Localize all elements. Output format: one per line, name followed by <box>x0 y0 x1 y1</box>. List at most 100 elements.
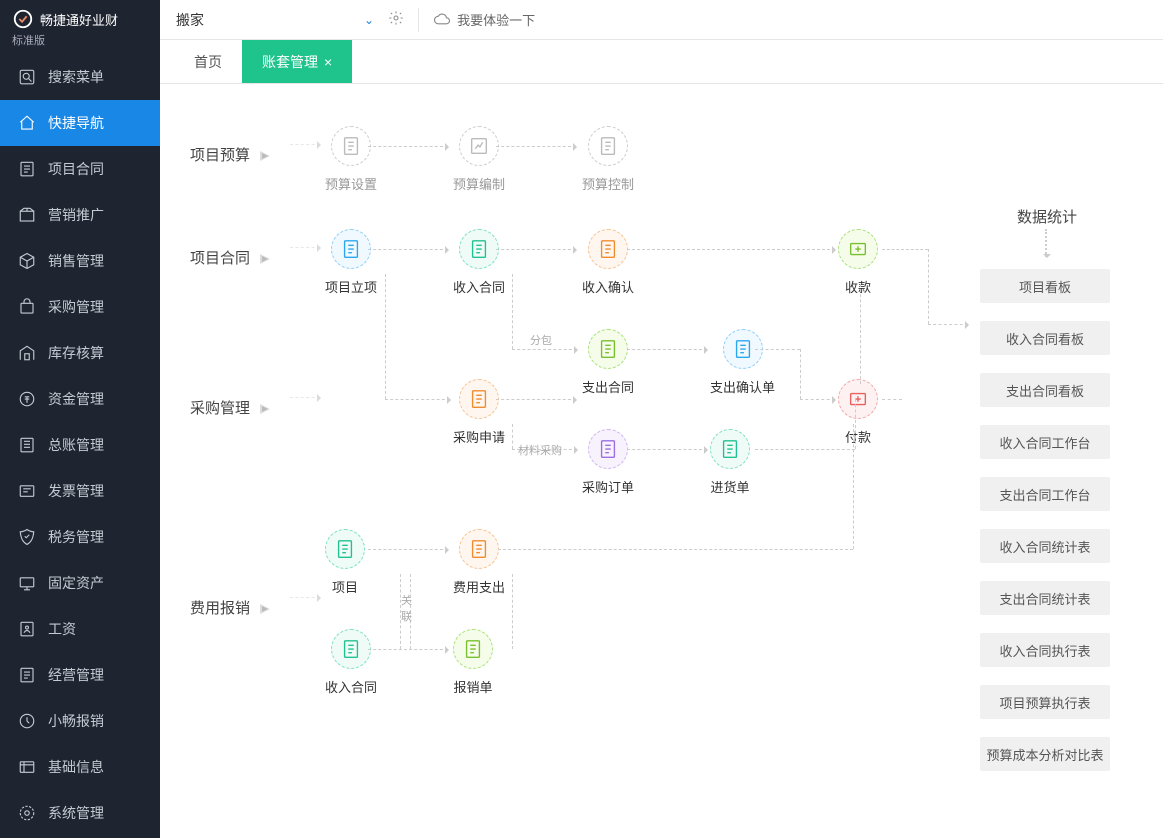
node-budget_compile[interactable]: 预算编制 <box>453 126 505 193</box>
node-purchase_apply[interactable]: 采购申请 <box>453 379 505 446</box>
sidebar-item-marketing[interactable]: 营销推广 <box>0 192 160 238</box>
sidebar-item-system[interactable]: 系统管理 <box>0 790 160 836</box>
connector <box>928 324 968 325</box>
connector <box>882 249 928 250</box>
node-label: 报销单 <box>453 677 492 696</box>
node-label: 预算编制 <box>453 174 505 193</box>
node-icon <box>588 229 628 269</box>
tax-icon <box>18 528 36 546</box>
node-payment[interactable]: 付款 <box>838 379 878 446</box>
node-expense_contract[interactable]: 支出合同 <box>582 329 634 396</box>
stat-button-3[interactable]: 收入合同工作台 <box>980 425 1110 459</box>
stat-button-6[interactable]: 支出合同统计表 <box>980 581 1110 615</box>
node-icon <box>588 329 628 369</box>
sidebar-item-label: 经营管理 <box>48 665 104 685</box>
node-icon <box>459 379 499 419</box>
sidebar-item-label: 小畅报销 <box>48 711 104 731</box>
node-icon <box>710 429 750 469</box>
node-project_init[interactable]: 项目立项 <box>325 229 377 296</box>
node-icon <box>331 126 371 166</box>
node-label: 预算设置 <box>325 174 377 193</box>
node-icon <box>325 529 365 569</box>
chevron-down-icon: ⌄ <box>364 13 374 27</box>
stats-title: 数据统计 <box>1017 206 1077 227</box>
node-budget_setup[interactable]: 预算设置 <box>325 126 377 193</box>
sidebar-item-label: 销售管理 <box>48 251 104 271</box>
node-label: 采购订单 <box>582 477 634 496</box>
sidebar-item-search[interactable]: 搜索菜单 <box>0 54 160 100</box>
connector <box>755 449 855 450</box>
project-contract-icon <box>18 160 36 178</box>
stat-button-4[interactable]: 支出合同工作台 <box>980 477 1110 511</box>
sidebar-item-label: 工资 <box>48 619 76 639</box>
sidebar-item-ledger[interactable]: 总账管理 <box>0 422 160 468</box>
connector <box>498 549 853 550</box>
tab-home[interactable]: 首页 <box>174 40 242 83</box>
stat-button-0[interactable]: 项目看板 <box>980 269 1110 303</box>
sidebar: 畅捷通好业财 标准版 搜索菜单快捷导航项目合同营销推广销售管理采购管理库存核算资… <box>0 0 160 838</box>
sidebar-item-label: 搜索菜单 <box>48 67 104 87</box>
gear-icon[interactable] <box>388 10 404 29</box>
node-label: 采购申请 <box>453 427 505 446</box>
stat-button-8[interactable]: 项目预算执行表 <box>980 685 1110 719</box>
connector <box>853 424 854 549</box>
brand-name: 畅捷通好业财 <box>40 10 118 29</box>
stat-button-2[interactable]: 支出合同看板 <box>980 373 1110 407</box>
node-project[interactable]: 项目 <box>325 529 365 596</box>
sidebar-item-purchase[interactable]: 采购管理 <box>0 284 160 330</box>
sidebar-item-label: 资金管理 <box>48 389 104 409</box>
quicknav-icon <box>18 114 36 132</box>
stat-button-1[interactable]: 收入合同看板 <box>980 321 1110 355</box>
node-expense_out[interactable]: 费用支出 <box>453 529 505 596</box>
play-icon <box>258 149 272 163</box>
sidebar-item-quicknav[interactable]: 快捷导航 <box>0 100 160 146</box>
org-selector[interactable]: 搬家 ⌄ <box>176 10 374 30</box>
stat-button-7[interactable]: 收入合同执行表 <box>980 633 1110 667</box>
connector <box>512 349 577 350</box>
sidebar-item-label: 基础信息 <box>48 757 104 777</box>
search-icon <box>18 68 36 86</box>
sidebar-item-funds[interactable]: 资金管理 <box>0 376 160 422</box>
node-label: 支出合同 <box>582 377 634 396</box>
node-receipt[interactable]: 收款 <box>838 229 878 296</box>
salary-icon <box>18 620 36 638</box>
sidebar-item-tax[interactable]: 税务管理 <box>0 514 160 560</box>
node-icon <box>588 429 628 469</box>
play-icon <box>258 602 272 616</box>
node-budget_control[interactable]: 预算控制 <box>582 126 634 193</box>
stat-button-9[interactable]: 预算成本分析对比表 <box>980 737 1110 771</box>
try-button[interactable]: 我要体验一下 <box>433 10 535 29</box>
purchase-icon <box>18 298 36 316</box>
connector <box>512 424 513 449</box>
tab-account-mgmt[interactable]: 账套管理 × <box>242 40 352 83</box>
sidebar-item-sales[interactable]: 销售管理 <box>0 238 160 284</box>
sidebar-item-report[interactable]: 小畅报销 <box>0 698 160 744</box>
node-expense_confirm[interactable]: 支出确认单 <box>710 329 775 396</box>
node-income_contract2[interactable]: 收入合同 <box>325 629 377 696</box>
main-area: 搬家 ⌄ 我要体验一下 首页 账套管理 × <box>160 0 1163 838</box>
connector <box>627 449 707 450</box>
node-icon <box>838 229 878 269</box>
node-icon <box>453 629 493 669</box>
stat-button-5[interactable]: 收入合同统计表 <box>980 529 1110 563</box>
sidebar-item-operation[interactable]: 经营管理 <box>0 652 160 698</box>
node-income_confirm[interactable]: 收入确认 <box>582 229 634 296</box>
sidebar-item-assets[interactable]: 固定资产 <box>0 560 160 606</box>
sidebar-item-label: 税务管理 <box>48 527 104 547</box>
connector <box>290 144 320 145</box>
sidebar-item-project-contract[interactable]: 项目合同 <box>0 146 160 192</box>
node-reimbursement[interactable]: 报销单 <box>453 629 493 696</box>
connector <box>496 146 576 147</box>
node-income_contract[interactable]: 收入合同 <box>453 229 505 296</box>
close-icon[interactable]: × <box>324 54 332 70</box>
node-purchase_order[interactable]: 采购订单 <box>582 429 634 496</box>
system-icon <box>18 804 36 822</box>
sidebar-item-invoice[interactable]: 发票管理 <box>0 468 160 514</box>
sidebar-item-inventory[interactable]: 库存核算 <box>0 330 160 376</box>
connector <box>860 284 861 384</box>
section-contract: 项目合同 <box>190 247 272 268</box>
sidebar-item-basic[interactable]: 基础信息 <box>0 744 160 790</box>
node-goods_receipt[interactable]: 进货单 <box>710 429 750 496</box>
sidebar-item-salary[interactable]: 工资 <box>0 606 160 652</box>
sidebar-item-label: 采购管理 <box>48 297 104 317</box>
